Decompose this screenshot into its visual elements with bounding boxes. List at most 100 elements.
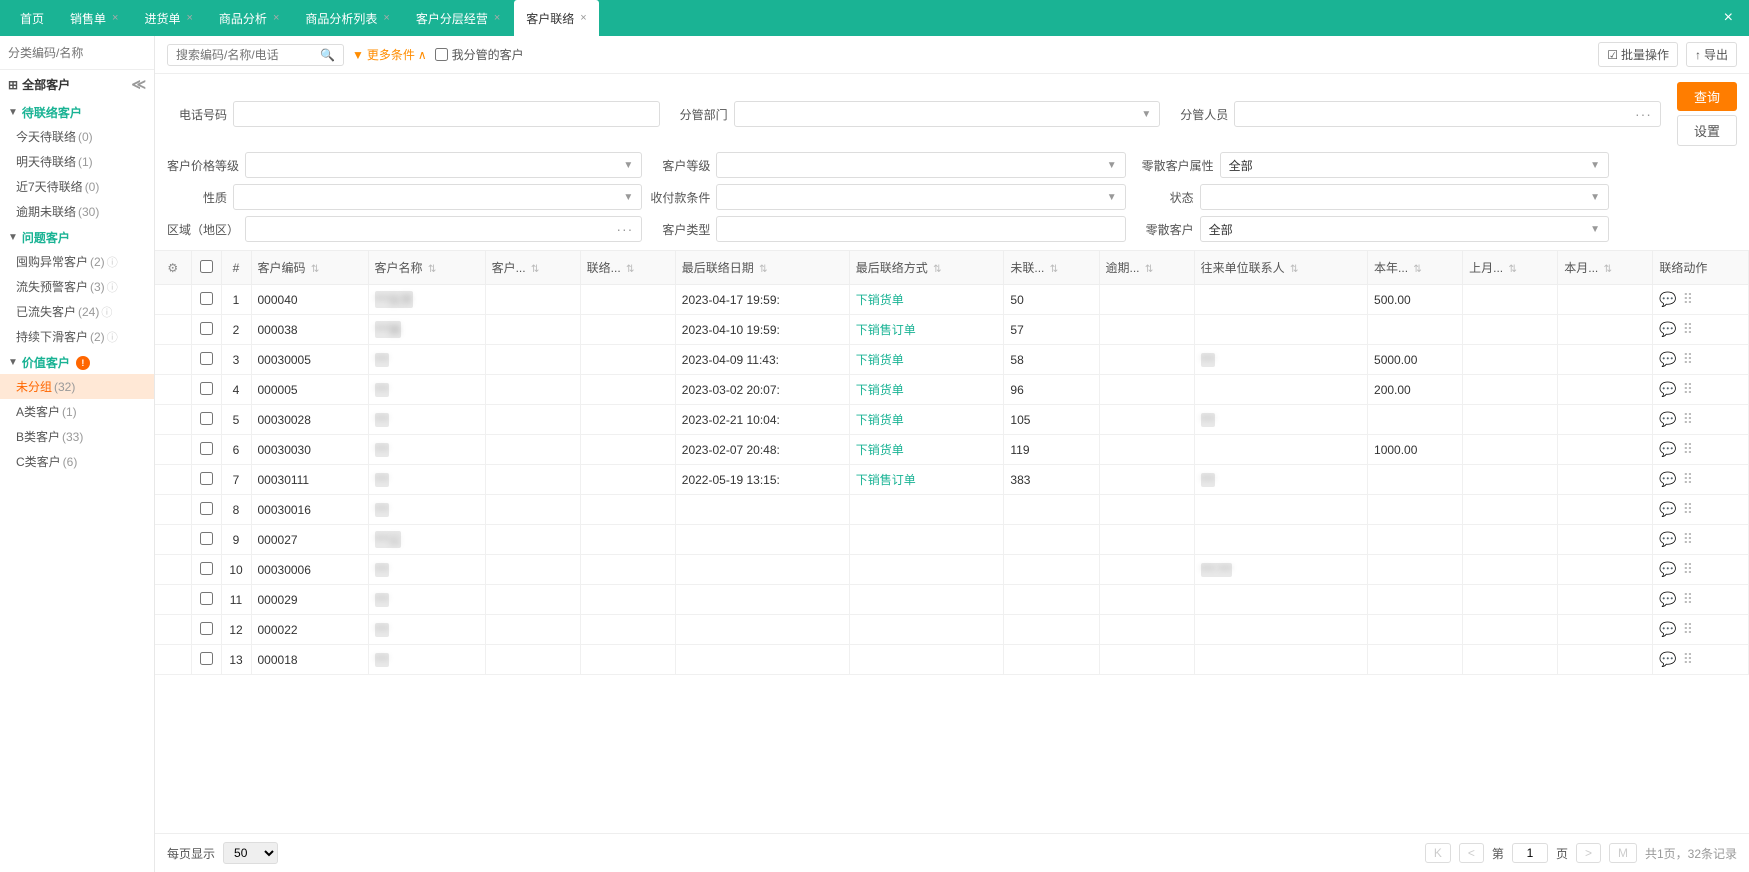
chat-icon[interactable]: 💬 — [1659, 411, 1676, 428]
this-year-col-header[interactable]: 本年... ⇅ — [1368, 251, 1463, 285]
sidebar-item-today-pending[interactable]: 今天待联络(0) — [0, 124, 154, 149]
next-page-button[interactable]: > — [1576, 843, 1601, 863]
select-all-checkbox[interactable] — [200, 260, 213, 273]
collapse-icon[interactable]: ≪ — [131, 76, 146, 93]
price-level-select[interactable]: ▼ — [245, 152, 642, 178]
page-input[interactable] — [1512, 843, 1548, 863]
chat-icon[interactable]: 💬 — [1659, 381, 1676, 398]
sidebar-item-c-class[interactable]: C类客户(6) — [0, 449, 154, 474]
name-col-header[interactable]: 客户名称 ⇅ — [368, 251, 485, 285]
row-checkbox[interactable] — [200, 562, 213, 575]
chat-icon[interactable]: 💬 — [1659, 291, 1676, 308]
sidebar-item-overdue-pending[interactable]: 逾期未联络(30) — [0, 199, 154, 224]
this-month-col-header[interactable]: 本月... ⇅ — [1558, 251, 1653, 285]
status-select[interactable]: ▼ — [1200, 184, 1609, 210]
row-last-contact-method[interactable]: 下销货单 — [849, 345, 1004, 375]
chat-icon[interactable]: 💬 — [1659, 351, 1676, 368]
row-last-contact-method[interactable]: 下销货单 — [849, 285, 1004, 315]
code-col-header[interactable]: 客户编码 ⇅ — [251, 251, 368, 285]
row-checkbox[interactable] — [200, 622, 213, 635]
row-checkbox[interactable] — [200, 502, 213, 515]
close-contact-tab[interactable]: × — [580, 12, 586, 24]
sidebar-item-declining[interactable]: 持续下滑客户(2)ⓘ — [0, 324, 154, 349]
reset-button[interactable]: 设置 — [1677, 115, 1737, 146]
chat-icon[interactable]: 💬 — [1659, 561, 1676, 578]
more-icon[interactable]: ⠿ — [1683, 651, 1693, 668]
sidebar-item-ungrouped[interactable]: 未分组(32) — [0, 374, 154, 399]
nature-select[interactable]: ▼ — [233, 184, 642, 210]
row-last-contact-method[interactable] — [849, 585, 1004, 615]
checkbox-col-header[interactable] — [191, 251, 221, 285]
close-sales-tab[interactable]: × — [112, 12, 118, 24]
row-last-contact-method[interactable]: 下销货单 — [849, 375, 1004, 405]
row-checkbox[interactable] — [200, 652, 213, 665]
row-checkbox[interactable] — [200, 322, 213, 335]
retail-attr-select[interactable]: 全部 ▼ — [1220, 152, 1609, 178]
row-last-contact-method[interactable] — [849, 495, 1004, 525]
sidebar-item-abnormal[interactable]: 囤购异常客户(2)ⓘ — [0, 249, 154, 274]
row-checkbox[interactable] — [200, 382, 213, 395]
row-checkbox[interactable] — [200, 532, 213, 545]
payment-select[interactable]: ▼ — [716, 184, 1125, 210]
last-contact-date-col-header[interactable]: 最后联络日期 ⇅ — [675, 251, 849, 285]
more-icon[interactable]: ⠿ — [1683, 501, 1693, 518]
tab-purchase[interactable]: 进货单 × — [132, 0, 204, 36]
close-product-analysis-tab[interactable]: × — [273, 12, 279, 24]
more-icon[interactable]: ⠿ — [1683, 291, 1693, 308]
my-customers-check[interactable] — [435, 48, 448, 61]
prev-page-button[interactable]: < — [1459, 843, 1484, 863]
sidebar-search-input[interactable] — [8, 46, 155, 60]
customer-type-input[interactable] — [716, 216, 1125, 242]
customer-level-select[interactable]: ▼ — [716, 152, 1125, 178]
more-icon[interactable]: ⠿ — [1683, 591, 1693, 608]
more-icon[interactable]: ⠿ — [1683, 381, 1693, 398]
last-month-col-header[interactable]: 上月... ⇅ — [1463, 251, 1558, 285]
sidebar-item-7days-pending[interactable]: 近7天待联络(0) — [0, 174, 154, 199]
tab-customer-segment[interactable]: 客户分层经营 × — [404, 0, 512, 36]
tab-product-analysis-list[interactable]: 商品分析列表 × — [293, 0, 401, 36]
row-last-contact-method[interactable] — [849, 525, 1004, 555]
page-size-select[interactable]: 50 100 200 — [223, 842, 278, 864]
row-last-contact-method[interactable]: 下销售订单 — [849, 315, 1004, 345]
first-page-button[interactable]: K — [1425, 843, 1451, 863]
row-last-contact-method[interactable]: 下销售订单 — [849, 465, 1004, 495]
more-icon[interactable]: ⠿ — [1683, 561, 1693, 578]
more-icon[interactable]: ⠿ — [1683, 441, 1693, 458]
row-checkbox[interactable] — [200, 472, 213, 485]
last-contact-method-col-header[interactable]: 最后联络方式 ⇅ — [849, 251, 1004, 285]
close-product-list-tab[interactable]: × — [383, 12, 389, 24]
sidebar-item-churn-warning[interactable]: 流失预警客户(3)ⓘ — [0, 274, 154, 299]
row-checkbox[interactable] — [200, 592, 213, 605]
search-button[interactable]: 查询 — [1677, 82, 1737, 111]
manager-input[interactable]: ··· — [1234, 101, 1661, 127]
region-input[interactable]: ··· — [245, 216, 642, 242]
phone-input[interactable] — [233, 101, 660, 127]
more-icon[interactable]: ⠿ — [1683, 531, 1693, 548]
tab-sales[interactable]: 销售单 × — [58, 0, 130, 36]
type-col-header[interactable]: 客户... ⇅ — [485, 251, 580, 285]
row-checkbox[interactable] — [200, 412, 213, 425]
row-last-contact-method[interactable] — [849, 555, 1004, 585]
contact-col-header[interactable]: 联络... ⇅ — [580, 251, 675, 285]
search-input[interactable] — [176, 48, 316, 62]
chat-icon[interactable]: 💬 — [1659, 471, 1676, 488]
more-icon[interactable]: ⠿ — [1683, 471, 1693, 488]
more-icon[interactable]: ⠿ — [1683, 351, 1693, 368]
chat-icon[interactable]: 💬 — [1659, 651, 1676, 668]
batch-op-button[interactable]: ☑ 批量操作 — [1598, 42, 1678, 67]
all-customers-header[interactable]: ⊞ 全部客户 ≪ — [0, 70, 154, 99]
chat-icon[interactable]: 💬 — [1659, 531, 1676, 548]
chat-icon[interactable]: 💬 — [1659, 591, 1676, 608]
row-checkbox[interactable] — [200, 352, 213, 365]
close-segment-tab[interactable]: × — [494, 12, 500, 24]
uncontacted-col-header[interactable]: 未联... ⇅ — [1004, 251, 1099, 285]
row-checkbox[interactable] — [200, 442, 213, 455]
last-page-button[interactable]: M — [1609, 843, 1637, 863]
overdue-col-header[interactable]: 逾期... ⇅ — [1099, 251, 1194, 285]
chat-icon[interactable]: 💬 — [1659, 321, 1676, 338]
sidebar-item-a-class[interactable]: A类客户(1) — [0, 399, 154, 424]
row-last-contact-method[interactable] — [849, 645, 1004, 675]
more-icon[interactable]: ⠿ — [1683, 621, 1693, 638]
dept-select[interactable]: ▼ — [734, 101, 1161, 127]
sidebar-item-churned[interactable]: 已流失客户(24)ⓘ — [0, 299, 154, 324]
